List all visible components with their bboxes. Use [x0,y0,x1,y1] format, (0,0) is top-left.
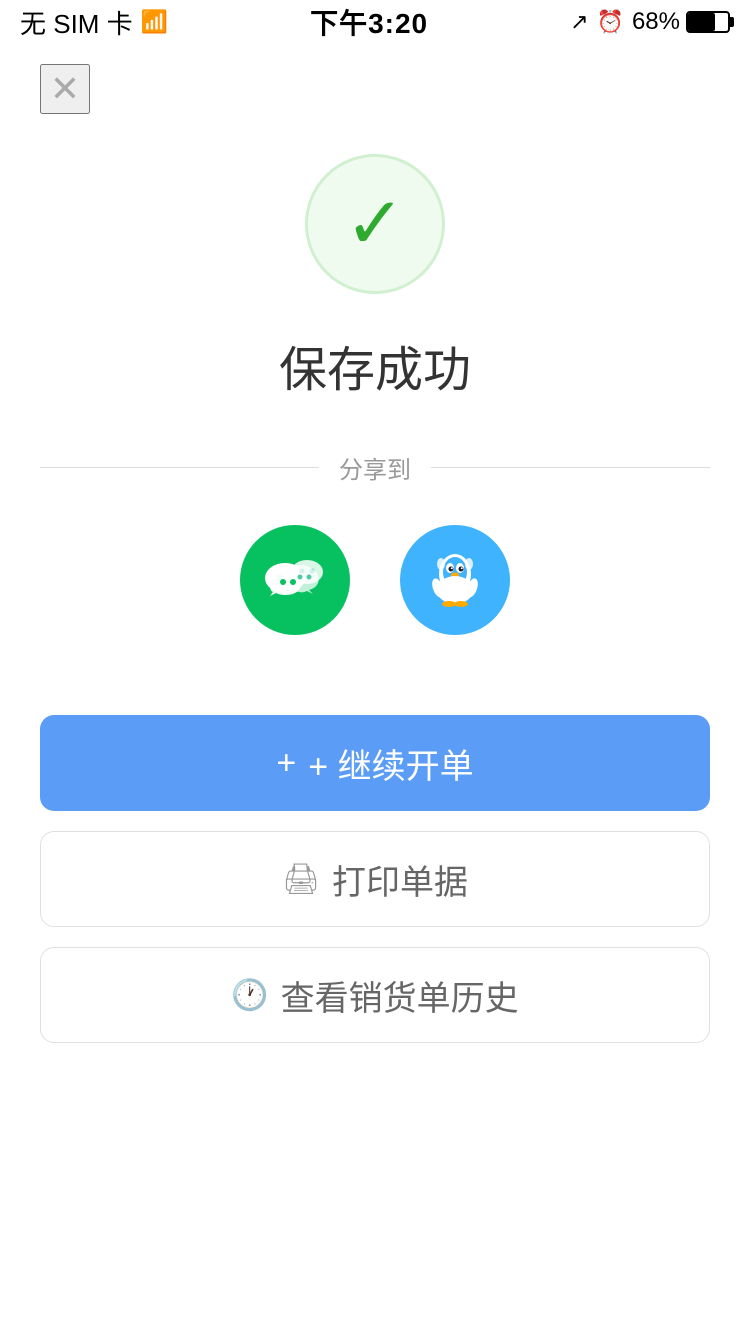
print-icon: 🖨 [282,862,320,897]
divider-line-right [431,467,710,468]
success-section: ✓ 保存成功 分享到 [40,154,710,635]
battery-fill [688,13,715,31]
wechat-icon [263,548,327,612]
battery-percent: 68% [632,8,680,36]
history-button[interactable]: 🕐 查看销货单历史 [40,947,710,1043]
status-left: 无 SIM 卡 📶 [20,4,168,41]
action-buttons: + + 继续开单 🖨 打印单据 🕐 查看销货单历史 [40,715,710,1043]
history-label: 查看销货单历史 [281,971,519,1020]
battery-icon [686,11,730,33]
close-icon: ✕ [50,71,80,107]
share-divider: 分享到 [40,450,710,485]
share-icons [40,525,710,635]
wifi-icon: 📶 [141,9,168,35]
alarm-icon: ⏰ [597,9,624,35]
location-icon: ↗ [570,9,588,35]
success-title: 保存成功 [279,330,471,400]
battery-container: 68% [632,8,730,36]
history-icon: 🕐 [231,978,268,1013]
qq-share-button[interactable] [400,525,510,635]
divider-line-left [40,467,319,468]
wechat-share-button[interactable] [240,525,350,635]
main-content: ✕ ✓ 保存成功 分享到 [0,44,750,1083]
continue-label: + 继续开单 [308,739,473,788]
status-right: ↗ ⏰ 68% [570,8,730,36]
continue-button[interactable]: + + 继续开单 [40,715,710,811]
plus-icon: + [276,744,296,783]
print-button[interactable]: 🖨 打印单据 [40,831,710,927]
status-time: 下午3:20 [310,2,428,42]
print-label: 打印单据 [332,855,468,904]
share-label: 分享到 [339,450,411,485]
success-circle: ✓ [305,154,445,294]
carrier-text: 无 SIM 卡 [20,4,133,41]
checkmark-icon: ✓ [345,188,405,260]
qq-icon [423,548,487,612]
status-bar: 无 SIM 卡 📶 下午3:20 ↗ ⏰ 68% [0,0,750,44]
close-button[interactable]: ✕ [40,64,90,114]
